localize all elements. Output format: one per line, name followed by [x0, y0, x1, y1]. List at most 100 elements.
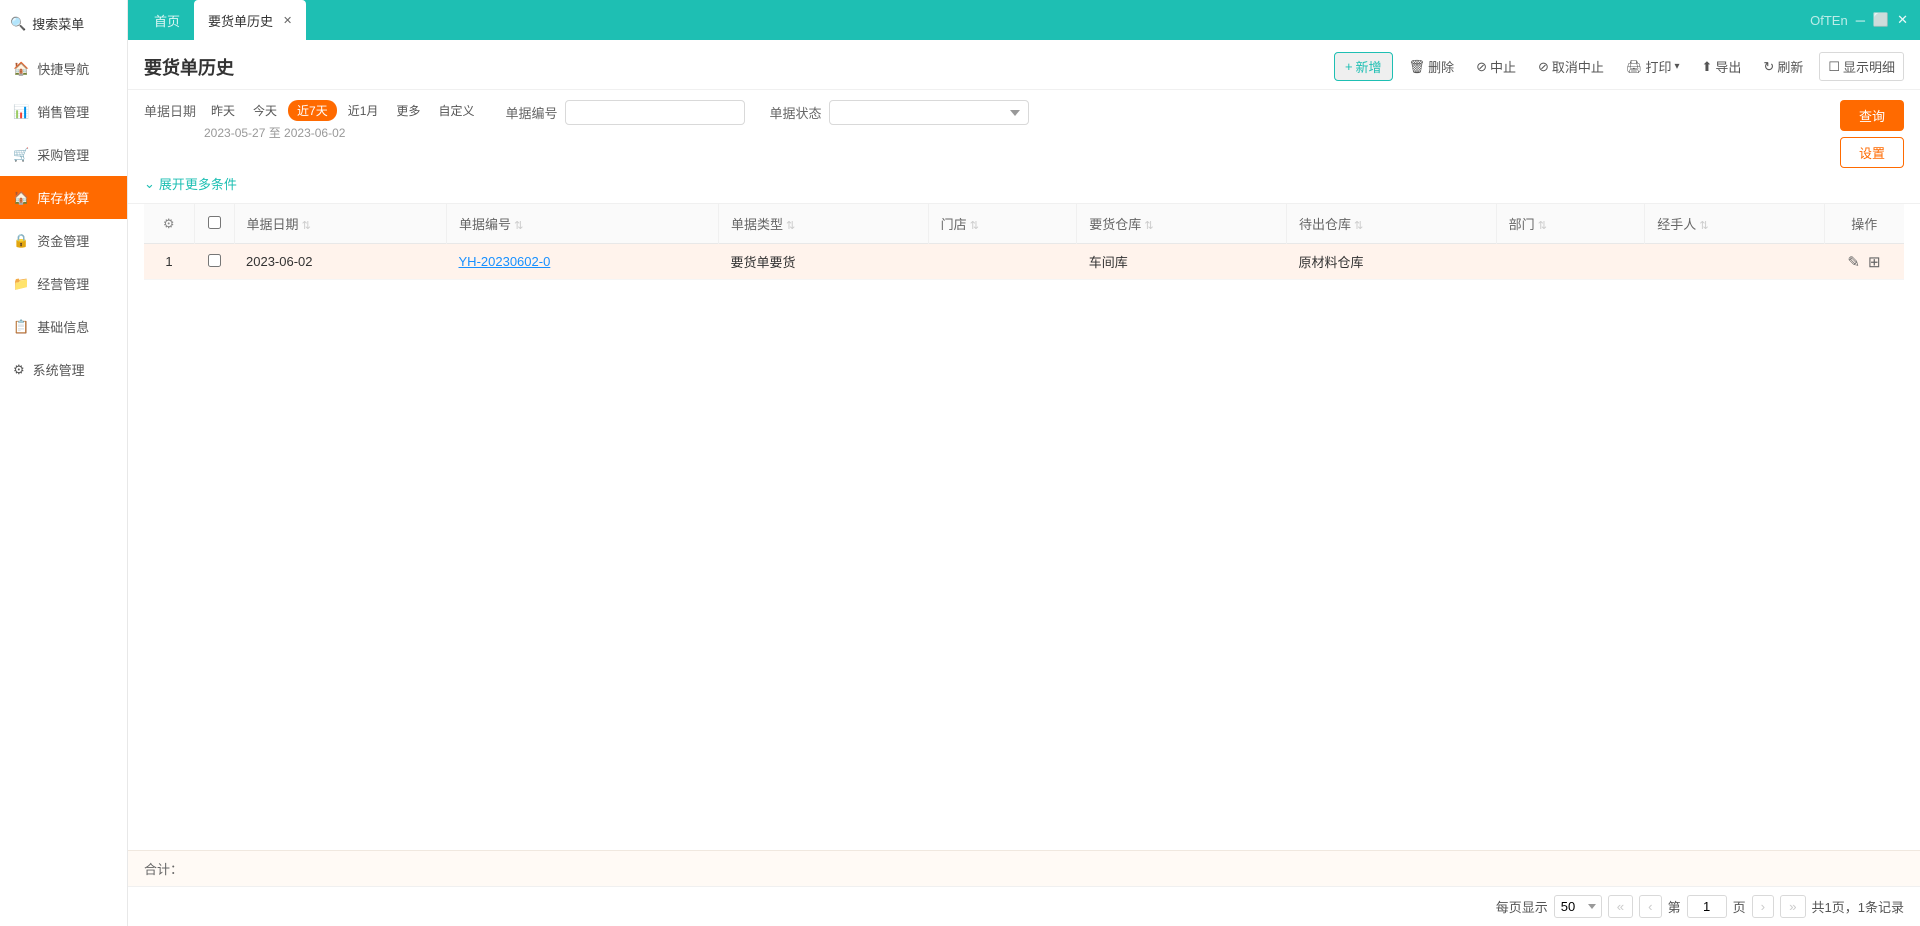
date-filter-group: 单据日期 昨天 今天 近7天 近1月 更多 自定义 2023-05-27 至 2…	[144, 100, 481, 141]
row-checkbox-cell[interactable]	[194, 244, 234, 280]
doc-icon: 📋	[13, 319, 29, 335]
row-no-cell: 1	[144, 244, 194, 280]
bill-no-label: 单据编号	[505, 103, 557, 122]
dest-warehouse-col-header[interactable]: 待出仓库	[1286, 204, 1496, 244]
date-today-btn[interactable]: 今天	[246, 100, 284, 121]
topbar-right: OfTEn ─ ⬜ ✕	[1810, 12, 1908, 28]
detail-icon[interactable]: ⊞	[1868, 253, 1881, 271]
page-input[interactable]	[1687, 895, 1727, 918]
cancel-stop-button[interactable]: ⊘ 取消中止	[1532, 53, 1610, 80]
plus-icon: +	[1345, 59, 1353, 74]
toolbar: + 新增 🗑 删除 ⊘ 中止 ⊘ 取消中止 🖨 打印	[1334, 52, 1904, 81]
select-all-checkbox[interactable]	[208, 216, 221, 229]
display-detail-button[interactable]: ☐ 显示明细	[1819, 52, 1904, 81]
minimize-icon[interactable]: ─	[1856, 13, 1865, 28]
row-checkbox[interactable]	[208, 254, 221, 267]
date-filter: 单据日期 昨天 今天 近7天 近1月 更多 自定义	[144, 100, 481, 121]
prev-page-button[interactable]: ‹	[1639, 895, 1661, 918]
sidebar-item-quick-nav[interactable]: 🏠 快捷导航	[0, 47, 127, 90]
sidebar-item-label: 快捷导航	[37, 59, 89, 78]
per-page-label: 每页显示	[1496, 897, 1548, 916]
table-row: 1 2023-06-02 YH-20230602-0 要货单要货 车间库 原材料…	[144, 244, 1904, 280]
bill-type-cell: 要货单要货	[718, 244, 928, 280]
bill-no-link[interactable]: YH-20230602-0	[459, 254, 551, 269]
stop-button[interactable]: ⊘ 中止	[1470, 53, 1522, 80]
delete-label: 删除	[1428, 57, 1454, 76]
per-page-select[interactable]: 10 20 50 100	[1554, 895, 1602, 918]
sidebar-item-finance-mgmt[interactable]: 🔒 资金管理	[0, 219, 127, 262]
req-warehouse-col-header[interactable]: 要货仓库	[1077, 204, 1287, 244]
sidebar-item-label: 基础信息	[37, 317, 89, 336]
table-body: 1 2023-06-02 YH-20230602-0 要货单要货 车间库 原材料…	[144, 244, 1904, 280]
page-unit: 页	[1733, 897, 1746, 916]
sidebar-item-purchase-mgmt[interactable]: 🛒 采购管理	[0, 133, 127, 176]
sidebar-item-label: 采购管理	[37, 145, 89, 164]
print-dropdown-icon: ▾	[1674, 61, 1679, 72]
sidebar-item-sys-mgmt[interactable]: ⚙ 系统管理	[0, 348, 127, 391]
date-1month-btn[interactable]: 近1月	[341, 100, 386, 121]
new-button[interactable]: + 新增	[1334, 52, 1393, 81]
settings-button[interactable]: 设置	[1840, 137, 1904, 168]
chevron-down-icon: ⌄	[144, 176, 155, 192]
print-button[interactable]: 🖨 打印 ▾	[1620, 53, 1686, 80]
dept-col-header[interactable]: 部门	[1496, 204, 1645, 244]
table-header-row: ⚙ 单据日期 单据编号 单据类型 门店 要货仓库 待出仓库 部门 经手人 操作	[144, 204, 1904, 244]
sidebar-item-sales-mgmt[interactable]: 📊 销售管理	[0, 90, 127, 133]
checkbox-col-header	[194, 204, 234, 244]
data-table: ⚙ 单据日期 单据编号 单据类型 门店 要货仓库 待出仓库 部门 经手人 操作	[144, 204, 1904, 280]
bill-no-input[interactable]	[565, 100, 745, 125]
edit-icon[interactable]: ✎	[1847, 253, 1860, 271]
maximize-icon[interactable]: ⬜	[1873, 12, 1889, 28]
delete-button[interactable]: 🗑 删除	[1403, 53, 1461, 80]
page-label: 第	[1668, 897, 1681, 916]
home-icon: 🏠	[13, 61, 29, 77]
date-more-btn[interactable]: 更多	[389, 100, 427, 121]
export-button[interactable]: ⬆ 导出	[1695, 53, 1747, 80]
store-cell	[928, 244, 1077, 280]
date-range-buttons: 昨天 今天 近7天 近1月 更多 自定义	[204, 100, 481, 121]
refresh-label: 刷新	[1777, 57, 1803, 76]
checkbox-icon: ☐	[1828, 59, 1840, 75]
sidebar-item-label: 经营管理	[37, 274, 89, 293]
folder-icon: 📁	[13, 276, 29, 292]
cancel-stop-icon: ⊘	[1538, 59, 1549, 75]
filter-area: 单据日期 昨天 今天 近7天 近1月 更多 自定义 2023-05-27 至 2…	[128, 90, 1920, 204]
print-icon: 🖨	[1626, 59, 1643, 75]
status-select[interactable]	[829, 100, 1029, 125]
sidebar-search[interactable]: 🔍 搜索菜单	[0, 0, 127, 47]
date-custom-btn[interactable]: 自定义	[431, 100, 481, 121]
last-page-button[interactable]: »	[1780, 895, 1805, 918]
topbar: 首页 要货单历史 ✕ OfTEn ─ ⬜ ✕	[128, 0, 1920, 40]
sidebar-item-ops-mgmt[interactable]: 📁 经营管理	[0, 262, 127, 305]
expand-more-label: 展开更多条件	[159, 174, 237, 193]
refresh-button[interactable]: ↻ 刷新	[1757, 53, 1809, 80]
close-window-icon[interactable]: ✕	[1897, 12, 1908, 28]
settings-col-header[interactable]: ⚙	[144, 204, 194, 244]
query-button[interactable]: 查询	[1840, 100, 1904, 131]
bill-no-cell[interactable]: YH-20230602-0	[447, 244, 719, 280]
handler-col-header[interactable]: 经手人	[1645, 204, 1824, 244]
next-page-button[interactable]: ›	[1752, 895, 1774, 918]
first-page-button[interactable]: «	[1608, 895, 1633, 918]
sidebar-item-label: 库存核算	[37, 188, 89, 207]
expand-more-button[interactable]: ⌄ 展开更多条件	[144, 174, 1904, 193]
bill-type-col-header[interactable]: 单据类型	[718, 204, 928, 244]
chart-icon: 📊	[13, 104, 29, 120]
stop-label: 中止	[1490, 57, 1516, 76]
sidebar-item-label: 资金管理	[37, 231, 89, 250]
sidebar: 🔍 搜索菜单 🏠 快捷导航 📊 销售管理 🛒 采购管理 🏠 库存核算 🔒 资金管…	[0, 0, 128, 926]
tab-home[interactable]: 首页	[140, 0, 194, 40]
date-7days-btn[interactable]: 近7天	[288, 100, 337, 121]
date-yesterday-btn[interactable]: 昨天	[204, 100, 242, 121]
sidebar-item-inventory[interactable]: 🏠 库存核算	[0, 176, 127, 219]
dept-cell	[1496, 244, 1645, 280]
stop-icon: ⊘	[1476, 59, 1487, 75]
bill-date-cell: 2023-06-02	[234, 244, 447, 280]
sidebar-item-base-info[interactable]: 📋 基础信息	[0, 305, 127, 348]
tab-requisition-history[interactable]: 要货单历史 ✕	[194, 0, 306, 40]
bill-no-col-header[interactable]: 单据编号	[447, 204, 719, 244]
new-label: 新增	[1356, 57, 1382, 76]
tab-close-icon[interactable]: ✕	[283, 14, 292, 27]
store-col-header[interactable]: 门店	[928, 204, 1077, 244]
bill-date-col-header[interactable]: 单据日期	[234, 204, 447, 244]
